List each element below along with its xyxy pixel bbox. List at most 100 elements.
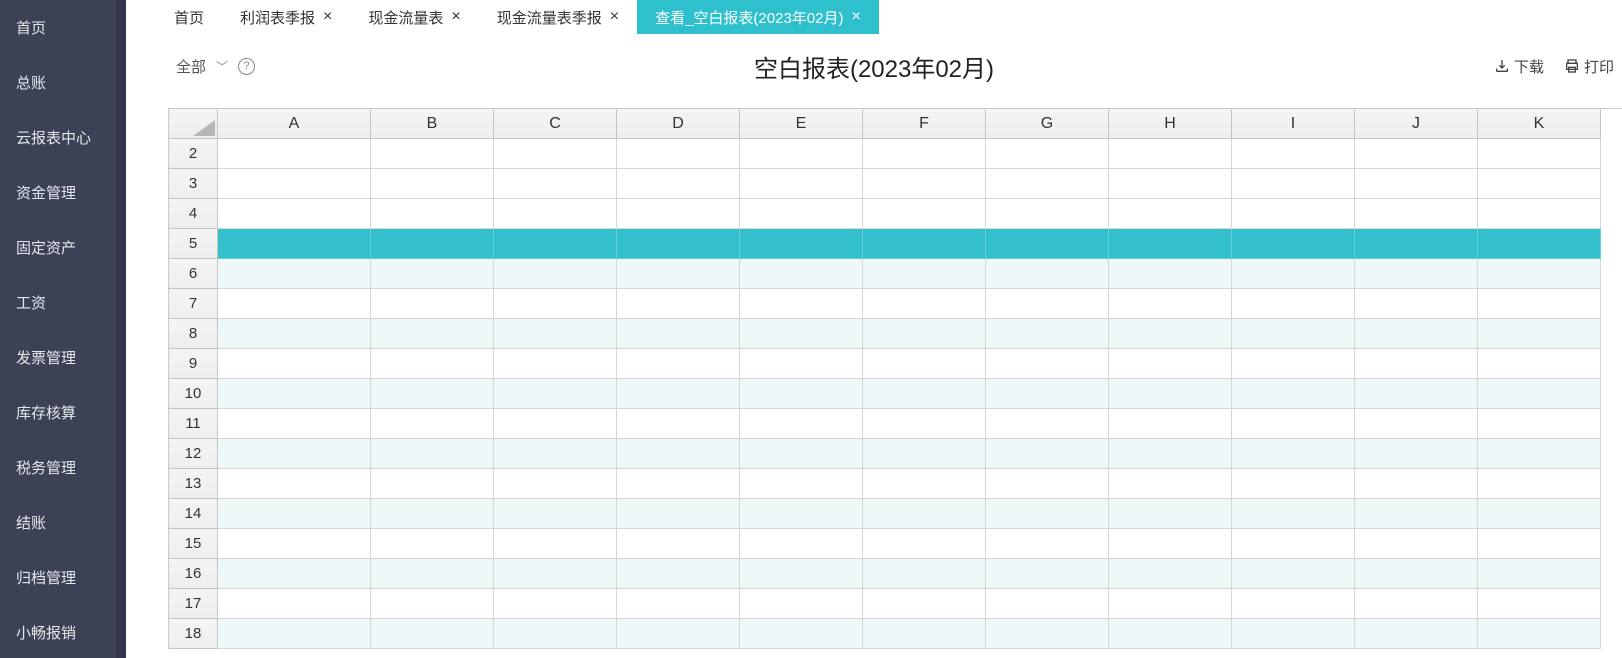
cell-H5[interactable] [1109, 229, 1232, 259]
cell-J7[interactable] [1355, 289, 1478, 319]
cell-H16[interactable] [1109, 559, 1232, 589]
cell-K8[interactable] [1478, 319, 1601, 349]
cell-G14[interactable] [986, 499, 1109, 529]
tab-2[interactable]: 现金流量表× [350, 0, 478, 34]
cell-B18[interactable] [371, 619, 494, 649]
cell-G3[interactable] [986, 169, 1109, 199]
cell-E18[interactable] [740, 619, 863, 649]
cell-A7[interactable] [218, 289, 371, 319]
cell-A2[interactable] [218, 139, 371, 169]
cell-B3[interactable] [371, 169, 494, 199]
cell-I3[interactable] [1232, 169, 1355, 199]
cell-K7[interactable] [1478, 289, 1601, 319]
close-icon[interactable]: × [323, 8, 332, 26]
cell-J11[interactable] [1355, 409, 1478, 439]
cell-A4[interactable] [218, 199, 371, 229]
cell-B10[interactable] [371, 379, 494, 409]
cell-C16[interactable] [494, 559, 617, 589]
column-header-I[interactable]: I [1232, 109, 1355, 139]
cell-K3[interactable] [1478, 169, 1601, 199]
column-header-H[interactable]: H [1109, 109, 1232, 139]
cell-J13[interactable] [1355, 469, 1478, 499]
row-header-14[interactable]: 14 [169, 499, 218, 529]
cell-H2[interactable] [1109, 139, 1232, 169]
cell-C9[interactable] [494, 349, 617, 379]
cell-I16[interactable] [1232, 559, 1355, 589]
cell-D7[interactable] [617, 289, 740, 319]
cell-I14[interactable] [1232, 499, 1355, 529]
close-icon[interactable]: × [451, 8, 460, 26]
cell-G15[interactable] [986, 529, 1109, 559]
cell-G6[interactable] [986, 259, 1109, 289]
column-header-F[interactable]: F [863, 109, 986, 139]
cell-D12[interactable] [617, 439, 740, 469]
cell-C3[interactable] [494, 169, 617, 199]
cell-C11[interactable] [494, 409, 617, 439]
cell-G12[interactable] [986, 439, 1109, 469]
cell-H11[interactable] [1109, 409, 1232, 439]
cell-F13[interactable] [863, 469, 986, 499]
cell-B12[interactable] [371, 439, 494, 469]
cell-A14[interactable] [218, 499, 371, 529]
cell-F3[interactable] [863, 169, 986, 199]
cell-D17[interactable] [617, 589, 740, 619]
row-header-9[interactable]: 9 [169, 349, 218, 379]
cell-H4[interactable] [1109, 199, 1232, 229]
tab-4[interactable]: 查看_空白报表(2023年02月)× [637, 0, 879, 34]
spreadsheet[interactable]: ABCDEFGHIJK23456789101112131415161718 [168, 108, 1622, 649]
cell-A12[interactable] [218, 439, 371, 469]
cell-H8[interactable] [1109, 319, 1232, 349]
cell-C5[interactable] [494, 229, 617, 259]
cell-J2[interactable] [1355, 139, 1478, 169]
sidebar-item-10[interactable]: 归档管理 [0, 550, 126, 605]
filter-dropdown[interactable]: 全部 ﹀ ? [176, 56, 255, 77]
row-header-11[interactable]: 11 [169, 409, 218, 439]
cell-J15[interactable] [1355, 529, 1478, 559]
cell-H15[interactable] [1109, 529, 1232, 559]
row-header-18[interactable]: 18 [169, 619, 218, 649]
cell-G8[interactable] [986, 319, 1109, 349]
cell-E8[interactable] [740, 319, 863, 349]
cell-G13[interactable] [986, 469, 1109, 499]
cell-F2[interactable] [863, 139, 986, 169]
cell-G7[interactable] [986, 289, 1109, 319]
download-button[interactable]: 下载 [1494, 56, 1544, 77]
cell-I10[interactable] [1232, 379, 1355, 409]
cell-I15[interactable] [1232, 529, 1355, 559]
cell-B11[interactable] [371, 409, 494, 439]
cell-I4[interactable] [1232, 199, 1355, 229]
cell-B17[interactable] [371, 589, 494, 619]
cell-H7[interactable] [1109, 289, 1232, 319]
cell-I17[interactable] [1232, 589, 1355, 619]
cell-H9[interactable] [1109, 349, 1232, 379]
cell-A17[interactable] [218, 589, 371, 619]
cell-G9[interactable] [986, 349, 1109, 379]
cell-F4[interactable] [863, 199, 986, 229]
sidebar-item-5[interactable]: 工资 [0, 275, 126, 330]
cell-I18[interactable] [1232, 619, 1355, 649]
cell-D4[interactable] [617, 199, 740, 229]
cell-E9[interactable] [740, 349, 863, 379]
sidebar-item-3[interactable]: 资金管理 [0, 165, 126, 220]
cell-K9[interactable] [1478, 349, 1601, 379]
cell-F18[interactable] [863, 619, 986, 649]
tab-0[interactable]: 首页 [156, 0, 222, 34]
cell-E2[interactable] [740, 139, 863, 169]
tab-3[interactable]: 现金流量表季报× [479, 0, 637, 34]
cell-G16[interactable] [986, 559, 1109, 589]
cell-D9[interactable] [617, 349, 740, 379]
row-header-8[interactable]: 8 [169, 319, 218, 349]
cell-G5[interactable] [986, 229, 1109, 259]
cell-J4[interactable] [1355, 199, 1478, 229]
sidebar-item-8[interactable]: 税务管理 [0, 440, 126, 495]
cell-D3[interactable] [617, 169, 740, 199]
cell-F17[interactable] [863, 589, 986, 619]
cell-B16[interactable] [371, 559, 494, 589]
cell-H13[interactable] [1109, 469, 1232, 499]
cell-E13[interactable] [740, 469, 863, 499]
cell-K5[interactable] [1478, 229, 1601, 259]
cell-B15[interactable] [371, 529, 494, 559]
cell-B4[interactable] [371, 199, 494, 229]
cell-K10[interactable] [1478, 379, 1601, 409]
cell-J17[interactable] [1355, 589, 1478, 619]
